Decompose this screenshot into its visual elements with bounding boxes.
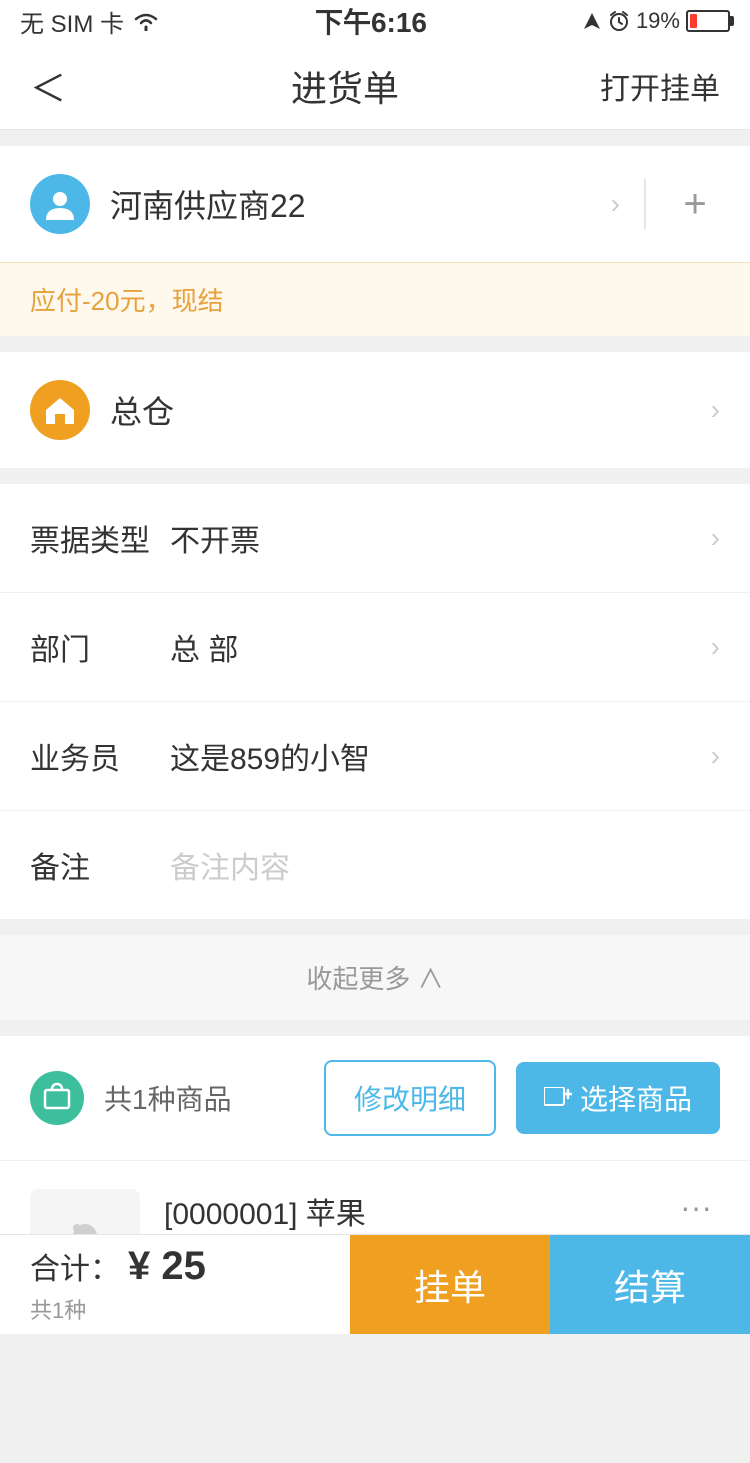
battery-icon (686, 10, 730, 32)
status-bar-right: 19% (582, 8, 730, 34)
status-bar: 无 SIM 卡 下午6:16 19% (0, 0, 750, 42)
form-row-invoice[interactable]: 票据类型 不开票 › (0, 484, 750, 593)
select-product-icon (544, 1087, 572, 1109)
cart-icon (41, 1082, 73, 1114)
supplier-chevron-icon: › (611, 188, 620, 220)
department-chevron-icon: › (711, 631, 720, 663)
warehouse-chevron-icon: › (711, 394, 720, 426)
warehouse-row[interactable]: 总仓 › (0, 352, 750, 468)
warehouse-icon (30, 380, 90, 440)
home-icon (42, 392, 78, 428)
warehouse-card: 总仓 › (0, 352, 750, 468)
bottom-bar: 合计： ¥ 25 共1种 挂单 结算 (0, 1234, 750, 1334)
product-name: [0000001] 苹果 (164, 1189, 648, 1233)
nav-bar: ＜ 进货单 打开挂单 (0, 42, 750, 130)
supplier-row[interactable]: 河南供应商22 › + (0, 146, 750, 262)
total-label: 合计： (30, 1244, 120, 1288)
total-main: 合计： ¥ 25 (30, 1244, 320, 1289)
supplier-divider (644, 179, 646, 229)
bottom-total: 合计： ¥ 25 共1种 (0, 1235, 350, 1334)
total-amount: ¥ 25 (128, 1244, 206, 1289)
select-product-label: 选择商品 (580, 1078, 692, 1118)
form-row-remark[interactable]: 备注 备注内容 (0, 811, 750, 919)
invoice-chevron-icon: › (711, 522, 720, 554)
supplier-avatar (30, 174, 90, 234)
product-count-icon (30, 1071, 84, 1125)
product-count-text: 共1种商品 (104, 1078, 304, 1118)
collapse-card: 收起更多 ∧ (0, 935, 750, 1020)
edit-detail-button[interactable]: 修改明细 (324, 1060, 496, 1136)
alarm-icon (608, 10, 630, 32)
location-icon (582, 11, 602, 31)
remark-label: 备注 (30, 843, 170, 887)
salesperson-value: 这是859的小智 (170, 734, 711, 778)
status-bar-time: 下午6:16 (315, 1, 427, 41)
invoice-value: 不开票 (170, 516, 711, 560)
wifi-icon (132, 11, 160, 31)
salesperson-label: 业务员 (30, 734, 170, 778)
supplier-card: 河南供应商22 › + 应付-20元，现结 (0, 146, 750, 336)
collapse-button[interactable]: 收起更多 ∧ (0, 935, 750, 1020)
page-title: 进货单 (291, 60, 399, 112)
form-card: 票据类型 不开票 › 部门 总 部 › 业务员 这是859的小智 › 备注 备注… (0, 484, 750, 919)
supplier-alert: 应付-20元，现结 (0, 262, 750, 336)
warehouse-name: 总仓 (110, 387, 711, 433)
remark-value[interactable]: 备注内容 (170, 843, 720, 887)
supplier-name: 河南供应商22 (110, 181, 611, 227)
pending-button[interactable]: 挂单 (350, 1235, 550, 1334)
form-row-salesperson[interactable]: 业务员 这是859的小智 › (0, 702, 750, 811)
bottom-spacer (0, 1343, 750, 1463)
select-product-button[interactable]: 选择商品 (516, 1062, 720, 1134)
battery-percent: 19% (636, 8, 680, 34)
products-header: 共1种商品 修改明细 选择商品 (0, 1036, 750, 1160)
product-more-button[interactable]: ··· (672, 1189, 720, 1226)
status-bar-left: 无 SIM 卡 (20, 4, 160, 39)
sim-status: 无 SIM 卡 (20, 4, 124, 39)
person-icon (42, 186, 78, 222)
invoice-label: 票据类型 (30, 516, 170, 560)
add-supplier-button[interactable]: + (670, 182, 720, 227)
salesperson-chevron-icon: › (711, 740, 720, 772)
department-value: 总 部 (170, 625, 711, 669)
settle-button[interactable]: 结算 (550, 1235, 750, 1334)
department-label: 部门 (30, 625, 170, 669)
total-sub: 共1种 (30, 1293, 320, 1325)
open-pending-button[interactable]: 打开挂单 (600, 64, 720, 108)
form-row-department[interactable]: 部门 总 部 › (0, 593, 750, 702)
product-code: [0000001] (164, 1198, 306, 1231)
product-title: 苹果 (306, 1198, 366, 1231)
back-button[interactable]: ＜ (30, 60, 90, 112)
collapse-label: 收起更多 ∧ (306, 959, 443, 996)
